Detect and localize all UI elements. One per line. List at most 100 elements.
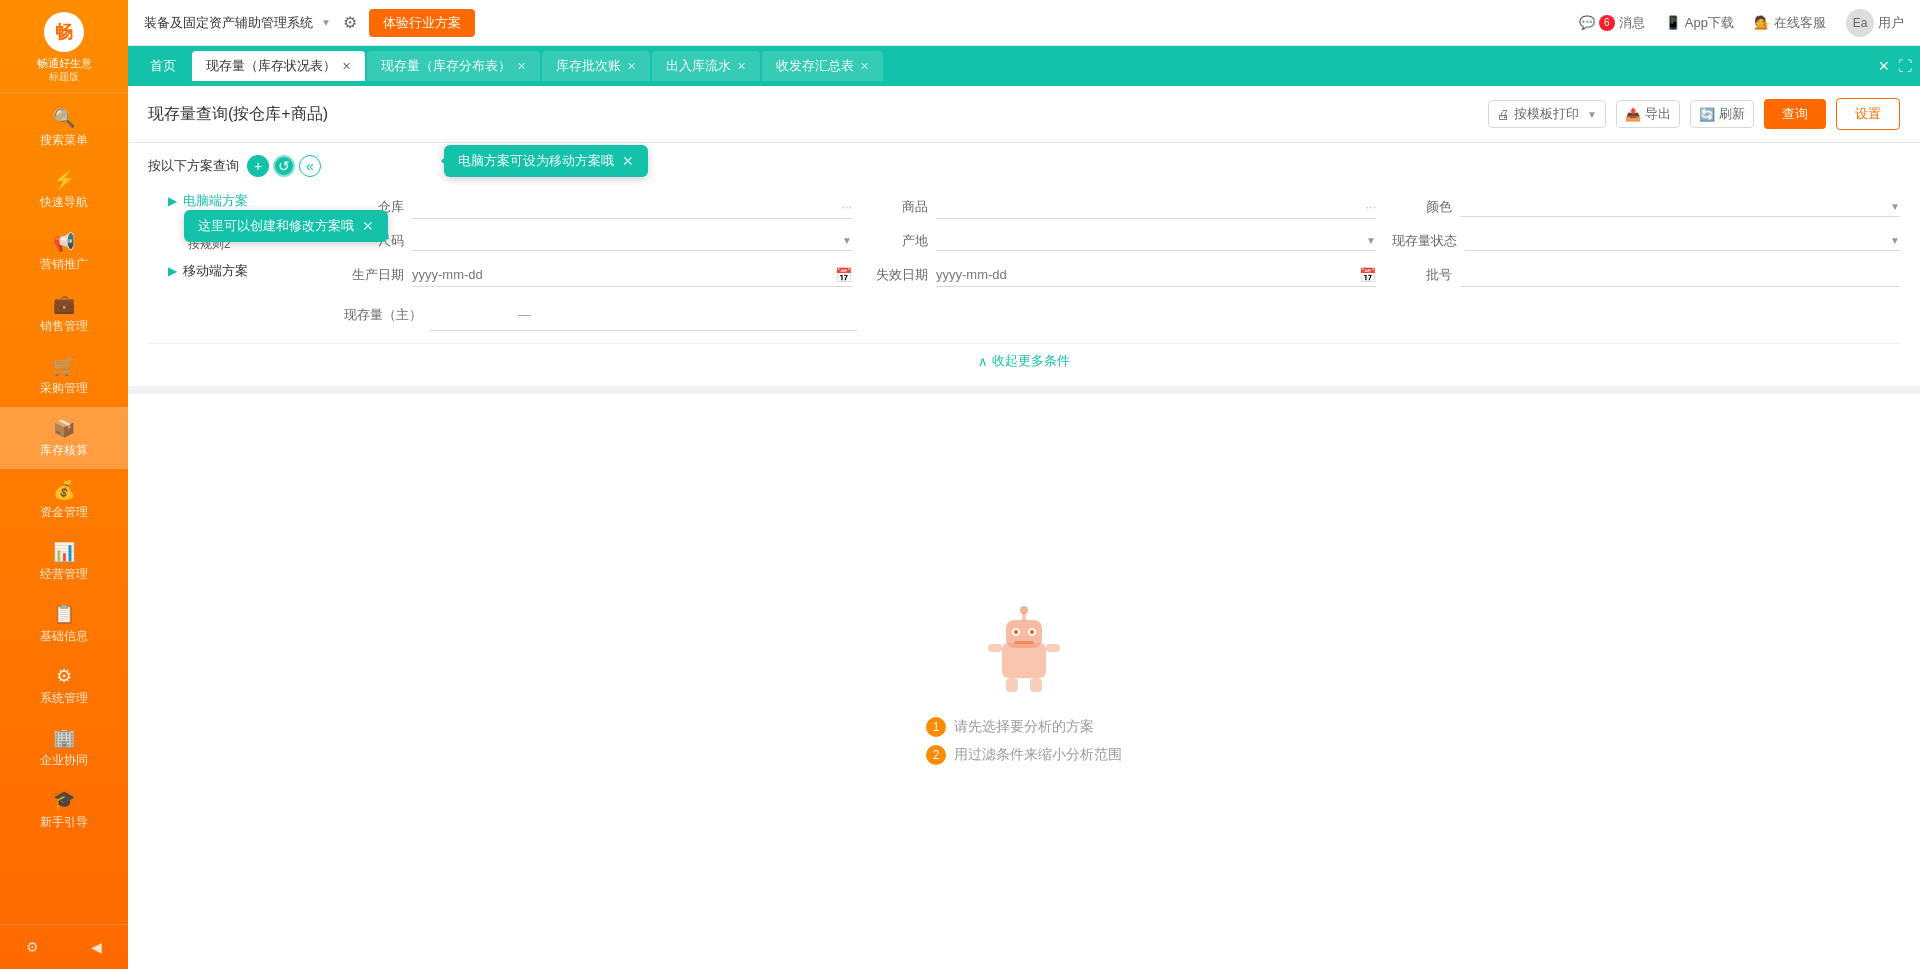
sidebar-item-search-menu[interactable]: 🔍 搜索菜单	[0, 97, 128, 159]
tab-close-icon[interactable]: ✕	[737, 60, 746, 73]
tab-fullscreen-icon[interactable]: ⛶	[1898, 58, 1912, 74]
messages-action[interactable]: 💬 6 消息	[1579, 14, 1645, 32]
logo-icon: 畅	[44, 12, 84, 52]
tab-close-all-icon[interactable]: ✕	[1878, 58, 1890, 74]
color-select[interactable]: ▼	[1460, 197, 1900, 217]
size-select[interactable]: ▼	[412, 231, 852, 251]
refresh-icon: 🔄	[1699, 107, 1715, 122]
filter-row-3: 生产日期 📅 失效日期 📅	[344, 263, 1900, 299]
sidebar-item-quick-nav[interactable]: ⚡ 快速导航	[0, 159, 128, 221]
tab-inventory-status[interactable]: 现存量（库存状况表） ✕	[192, 51, 365, 81]
user-action[interactable]: Ea 用户	[1846, 9, 1904, 37]
expire-date-label: 失效日期	[868, 266, 928, 284]
batch-label: 批号	[1392, 266, 1452, 284]
filter-field-expire-date: 失效日期 📅	[868, 263, 1376, 287]
online-support-icon: 💁	[1754, 15, 1770, 30]
size-select-arrow: ▼	[842, 235, 852, 246]
sidebar-item-label: 经营管理	[40, 566, 88, 583]
export-button[interactable]: 📤 导出	[1616, 100, 1680, 128]
tooltip-close-button[interactable]: ✕	[362, 218, 374, 234]
back-scheme-button[interactable]: «	[299, 155, 321, 177]
set-button[interactable]: 设置	[1836, 98, 1900, 130]
finance-icon: 💰	[53, 479, 75, 501]
range-dash: —	[518, 307, 531, 322]
sidebar-item-label: 搜索菜单	[40, 132, 88, 149]
sidebar-item-inventory[interactable]: 📦 库存核算	[0, 407, 128, 469]
refresh-scheme-button[interactable]: ↺	[273, 155, 295, 177]
expire-date-input[interactable]	[936, 263, 1355, 286]
filter-field-goods: 商品 ···	[868, 195, 1376, 219]
search-button[interactable]: 查询	[1764, 99, 1826, 129]
goods-more-icon[interactable]: ···	[1365, 199, 1376, 214]
tab-in-out-flow[interactable]: 出入库流水 ✕	[652, 51, 760, 81]
add-scheme-button[interactable]: +	[247, 155, 269, 177]
main: 装备及固定资产辅助管理系统 ▼ ⚙ 体验行业方案 💬 6 消息 📱 App下载 …	[128, 0, 1920, 969]
warehouse-more-icon[interactable]: ···	[841, 199, 852, 214]
stock-main-from-input[interactable]	[430, 303, 510, 326]
refresh-button[interactable]: 🔄 刷新	[1690, 100, 1754, 128]
sidebar-settings-btn[interactable]: ⚙	[18, 935, 47, 959]
tab-bar: 首页 现存量（库存状况表） ✕ 现存量（库存分布表） ✕ 库存批次账 ✕ 出入库…	[128, 46, 1920, 86]
stock-main-to-input[interactable]	[539, 303, 619, 326]
print-button[interactable]: 🖨 按模板打印 ▼	[1488, 100, 1606, 128]
scheme-expand-icon: ▶	[168, 264, 177, 278]
app-download-action[interactable]: 📱 App下载	[1665, 14, 1734, 32]
tab-home[interactable]: 首页	[136, 51, 190, 81]
sidebar-item-finance[interactable]: 💰 资金管理	[0, 469, 128, 531]
search-menu-icon: 🔍	[53, 107, 75, 129]
gear-button[interactable]: ⚙	[343, 13, 357, 32]
tooltip-close-button[interactable]: ✕	[622, 153, 634, 169]
sidebar-collapse-btn[interactable]: ◀	[83, 935, 110, 959]
sidebar-item-label: 营销推广	[40, 256, 88, 273]
origin-select[interactable]: ▼	[936, 231, 1376, 251]
tab-label: 库存批次账	[556, 57, 621, 75]
prod-date-calendar-icon[interactable]: 📅	[835, 267, 852, 283]
user-avatar: Ea	[1846, 9, 1874, 37]
goods-label: 商品	[868, 198, 928, 216]
sidebar-item-label: 新手引导	[40, 814, 88, 831]
scheme-desktop-label: 电脑端方案	[183, 192, 248, 210]
robot-svg	[974, 598, 1074, 698]
sidebar-item-marketing[interactable]: 📢 营销推广	[0, 221, 128, 283]
system-name-dropdown[interactable]: 装备及固定资产辅助管理系统 ▼	[144, 14, 331, 32]
svg-point-7	[1020, 606, 1028, 614]
prod-date-input[interactable]	[412, 263, 831, 286]
filter-field-color: 颜色 ▼	[1392, 195, 1900, 219]
filter-icon-group: + ↺ «	[247, 155, 321, 177]
hint-text-1: 请先选择要分析的方案	[954, 718, 1094, 736]
tab-inventory-dist[interactable]: 现存量（库存分布表） ✕	[367, 51, 540, 81]
svg-rect-10	[1030, 678, 1042, 692]
tab-close-icon[interactable]: ✕	[342, 60, 351, 73]
stock-status-select[interactable]: ▼	[1465, 231, 1900, 251]
tab-inventory-batch[interactable]: 库存批次账 ✕	[542, 51, 650, 81]
expire-date-calendar-icon[interactable]: 📅	[1359, 267, 1376, 283]
tab-close-icon[interactable]: ✕	[627, 60, 636, 73]
tab-close-icon[interactable]: ✕	[860, 60, 869, 73]
svg-rect-12	[1046, 644, 1060, 652]
sidebar-item-system[interactable]: ⚙ 系统管理	[0, 655, 128, 717]
scheme-mobile-label: 移动端方案	[183, 262, 248, 280]
sidebar-item-guide[interactable]: 🎓 新手引导	[0, 779, 128, 841]
sidebar-item-sales[interactable]: 💼 销售管理	[0, 283, 128, 345]
sidebar-item-base-info[interactable]: 📋 基础信息	[0, 593, 128, 655]
marketing-icon: 📢	[53, 231, 75, 253]
tab-label: 现存量（库存分布表）	[381, 57, 511, 75]
tab-collect-summary[interactable]: 收发存汇总表 ✕	[762, 51, 883, 81]
svg-point-5	[1030, 630, 1034, 634]
filter-field-origin: 产地 ▼	[868, 231, 1376, 251]
online-support-action[interactable]: 💁 在线客服	[1754, 14, 1826, 32]
logo-text: 畅通好生意	[37, 56, 92, 70]
sidebar-item-ops[interactable]: 📊 经营管理	[0, 531, 128, 593]
stock-status-label: 现存量状态	[1392, 232, 1457, 250]
collapse-bar[interactable]: ∧ 收起更多条件	[148, 343, 1900, 378]
experience-button[interactable]: 体验行业方案	[369, 9, 475, 37]
user-name-label: 用户	[1878, 14, 1904, 32]
batch-input[interactable]	[1460, 263, 1900, 287]
tab-close-icon[interactable]: ✕	[517, 60, 526, 73]
filter-row-1: 仓库 ··· 商品 ···	[344, 195, 1900, 231]
print-dropdown-icon: ▼	[1587, 109, 1597, 120]
sidebar-item-enterprise[interactable]: 🏢 企业协同	[0, 717, 128, 779]
scheme-node-mobile[interactable]: ▶ 移动端方案	[168, 259, 328, 283]
app-download-icon: 📱	[1665, 15, 1681, 30]
sidebar-item-purchase[interactable]: 🛒 采购管理	[0, 345, 128, 407]
